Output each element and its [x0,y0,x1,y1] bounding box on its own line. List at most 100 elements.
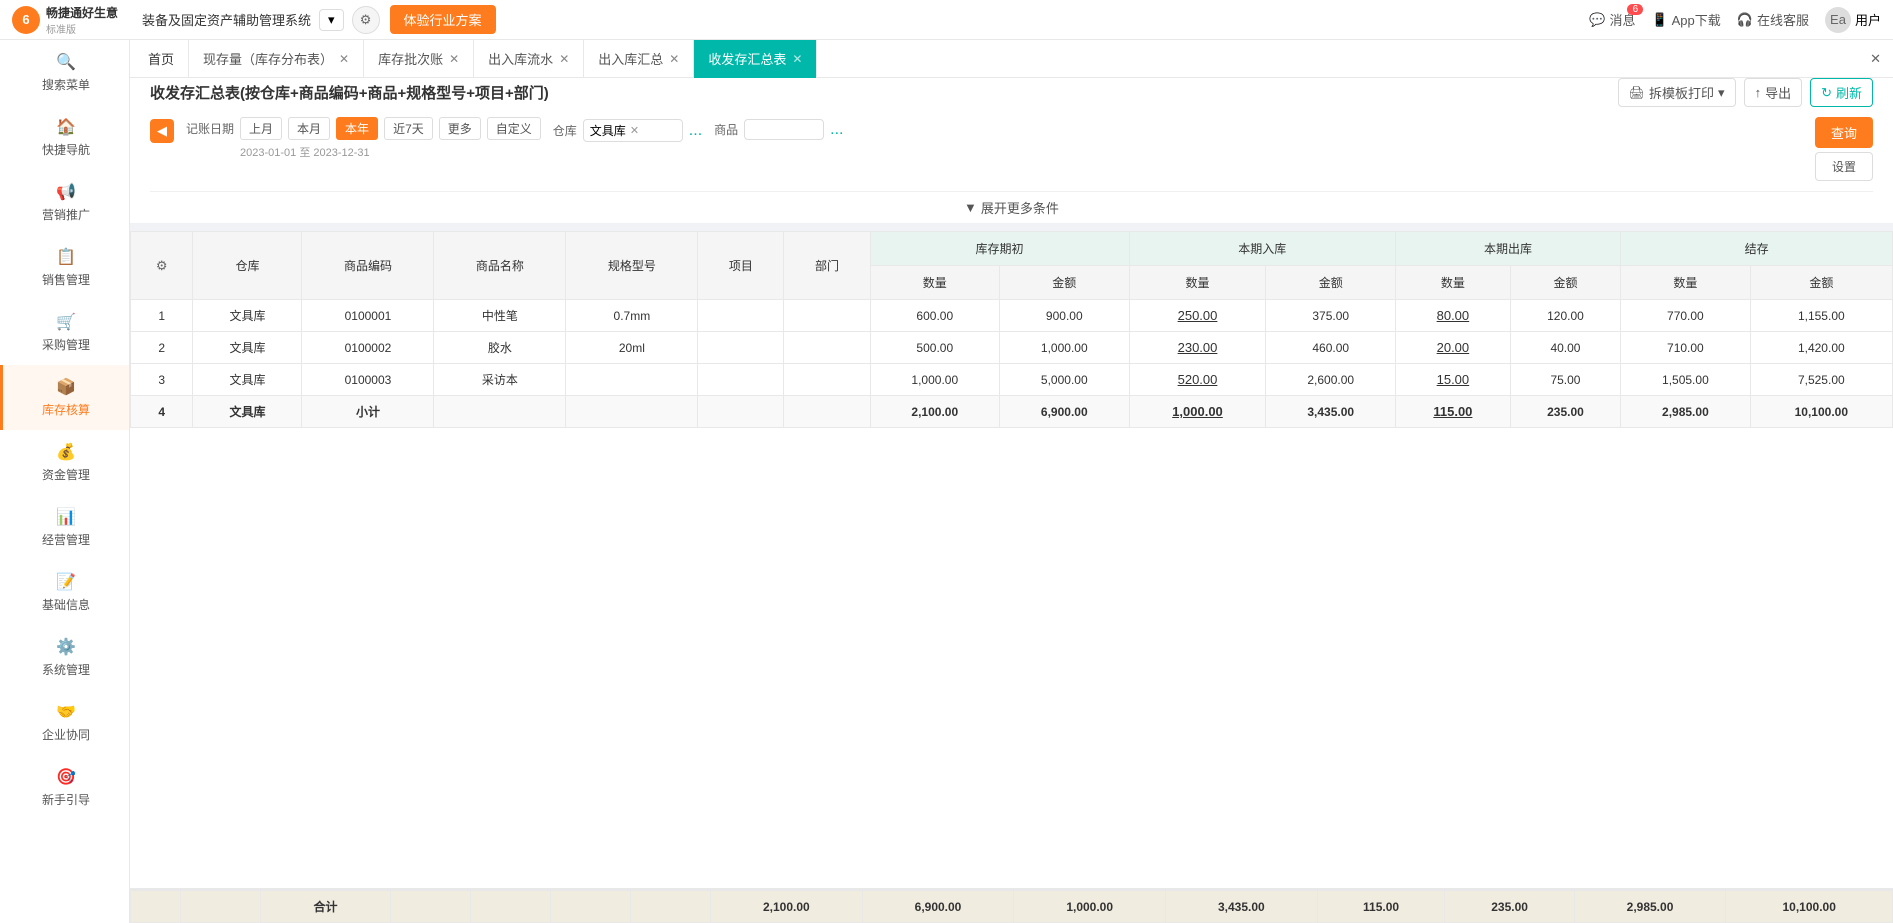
date-btn-more[interactable]: 更多 [439,117,481,140]
row1-opening-qty: 600.00 [870,300,1000,332]
sidebar-item-sales[interactable]: 📋 销售管理 [0,235,129,300]
sidebar-label-operation: 经营管理 [42,531,90,548]
page-content: 收发存汇总表(按仓库+商品编码+商品+规格型号+项目+部门) 🖨 拆模板打印 ▾… [130,78,1893,923]
row3-in-qty[interactable]: 520.00 [1129,364,1266,396]
filter-settings-button[interactable]: 设置 [1815,152,1873,181]
app-download-item[interactable]: 📱 App下载 [1651,10,1720,29]
corp-icon: 🤝 [56,702,76,722]
basic-icon: 📝 [56,572,76,592]
row1-goods-code: 0100001 [302,300,434,332]
subtotal-out-qty[interactable]: 115.00 [1395,396,1510,428]
row1-warehouse: 文具库 [193,300,302,332]
sidebar-item-quick-nav[interactable]: 🏠 快捷导航 [0,105,129,170]
tab-close-inout-flow[interactable]: ✕ [559,52,569,66]
row3-goods-name: 采访本 [434,364,566,396]
warehouse-ellipsis[interactable]: ... [689,122,702,140]
subtotal-in-qty[interactable]: 1,000.00 [1129,396,1266,428]
tab-home[interactable]: 首页 [134,40,189,78]
filter-toggle-icon[interactable]: ◀ [150,119,174,143]
tab-inout-flow[interactable]: 出入库流水 ✕ [474,40,584,78]
export-icon: ↑ [1755,85,1762,100]
tab-close-batch[interactable]: ✕ [449,52,459,66]
row3-no: 3 [131,364,193,396]
row1-in-qty[interactable]: 250.00 [1129,300,1266,332]
sidebar-item-purchase[interactable]: 🛒 采购管理 [0,300,129,365]
row3-goods-spec [566,364,698,396]
sidebar-item-guide[interactable]: 🎯 新手引导 [0,755,129,820]
goods-input[interactable] [744,119,824,140]
col-out-qty-header: 数量 [1395,266,1510,300]
warehouse-tag-remove[interactable]: ✕ [630,124,639,137]
goods-ellipsis[interactable]: ... [830,121,843,139]
sidebar-item-marketing[interactable]: 📢 营销推广 [0,170,129,235]
online-support-item[interactable]: 🎧 在线客服 [1737,10,1809,29]
row1-balance-amt: 1,155.00 [1750,300,1892,332]
total-balance-qty: 2,985.00 [1574,891,1726,923]
row3-out-amt: 75.00 [1510,364,1620,396]
refresh-icon: ↻ [1821,85,1832,101]
date-btn-this-year[interactable]: 本年 [336,117,378,140]
home-icon: 🏠 [56,117,76,137]
total-out-qty: 115.00 [1317,891,1445,923]
date-btn-last-month[interactable]: 上月 [240,117,282,140]
tab-close-recv-send-summary[interactable]: ✕ [792,52,802,66]
tab-recv-send-summary[interactable]: 收发存汇总表 ✕ [694,40,817,78]
col-goods-spec-header: 规格型号 [566,232,698,300]
gear-button[interactable]: ⚙ [352,6,380,34]
tab-close-inventory-dist[interactable]: ✕ [339,52,349,66]
sidebar-item-inventory[interactable]: 📦 库存核算 [0,365,129,430]
date-btn-7days[interactable]: 近7天 [384,117,433,140]
table-footer: 合计 2,100.00 6,900.00 1,000.00 3,435.00 1… [130,888,1893,923]
filter-toggle-btn[interactable]: ◀ [150,119,174,143]
col-balance-group-header: 结存 [1621,232,1893,266]
date-btn-this-month[interactable]: 本月 [288,117,330,140]
col-project-header: 项目 [698,232,784,300]
row3-out-qty[interactable]: 15.00 [1395,364,1510,396]
table-settings-icon[interactable]: ⚙ [156,258,168,273]
sidebar-label-corp: 企业协同 [42,726,90,743]
tab-inout-summary[interactable]: 出入库汇总 ✕ [584,40,694,78]
sidebar-item-system[interactable]: ⚙️ 系统管理 [0,625,129,690]
row1-out-qty[interactable]: 80.00 [1395,300,1510,332]
row3-balance-qty: 1,505.00 [1621,364,1751,396]
subtotal-row: 4 文具库 小计 2,100.00 6,900.00 1,000.00 3,43… [131,396,1893,428]
goods-label: 商品 [714,121,738,138]
warehouse-input[interactable]: 文具库 ✕ [583,119,683,142]
col-warehouse-header: 仓库 [193,232,302,300]
filter-goods-group: 商品 ... [714,119,843,140]
sidebar-item-finance[interactable]: 💰 资金管理 [0,430,129,495]
table-area: ⚙ 仓库 商品编码 商品名称 规格型号 项目 部门 库存期初 本期入库 本期出库… [130,231,1893,888]
total-opening-amt: 6,900.00 [862,891,1014,923]
expand-conditions-button[interactable]: ▼ 展开更多条件 [964,198,1059,217]
sidebar-item-search[interactable]: 🔍 搜索菜单 [0,40,129,105]
tab-inventory-dist[interactable]: 现存量（库存分布表） ✕ [189,40,364,78]
col-in-group-header: 本期入库 [1129,232,1395,266]
total-balance-amt: 10,100.00 [1726,891,1893,923]
col-out-amt-header: 金额 [1510,266,1620,300]
system-selector[interactable]: ▾ [319,9,344,31]
col-settings-header[interactable]: ⚙ [131,232,193,300]
sidebar-label-system: 系统管理 [42,661,90,678]
row2-balance-amt: 1,420.00 [1750,332,1892,364]
row2-in-qty[interactable]: 230.00 [1129,332,1266,364]
tab-close-inout-summary[interactable]: ✕ [669,52,679,66]
sidebar-item-basic[interactable]: 📝 基础信息 [0,560,129,625]
row2-out-qty[interactable]: 20.00 [1395,332,1510,364]
date-range-display: 2023-01-01 至 2023-12-31 [240,144,541,160]
sidebar-item-corp[interactable]: 🤝 企业协同 [0,690,129,755]
experience-button[interactable]: 体验行业方案 [390,5,496,34]
user-area[interactable]: Ea 用户 [1825,7,1881,33]
date-btn-custom[interactable]: 自定义 [487,117,541,140]
message-icon-item[interactable]: 💬 消息 6 [1589,10,1635,29]
refresh-button[interactable]: ↻ 刷新 [1810,78,1873,107]
avatar: Ea [1825,7,1851,33]
total-label: 合计 [261,891,391,923]
logo-area: 6 畅捷通好生意 标准版 [12,4,142,36]
tabs-close-all[interactable]: ✕ [1862,51,1889,67]
print-button[interactable]: 🖨 拆模板打印 ▾ [1618,78,1736,107]
tab-batch[interactable]: 库存批次账 ✕ [364,40,474,78]
query-button[interactable]: 查询 [1815,117,1873,148]
sidebar-item-operation[interactable]: 📊 经营管理 [0,495,129,560]
total-out-amt: 235.00 [1445,891,1574,923]
export-button[interactable]: ↑ 导出 [1744,78,1803,107]
